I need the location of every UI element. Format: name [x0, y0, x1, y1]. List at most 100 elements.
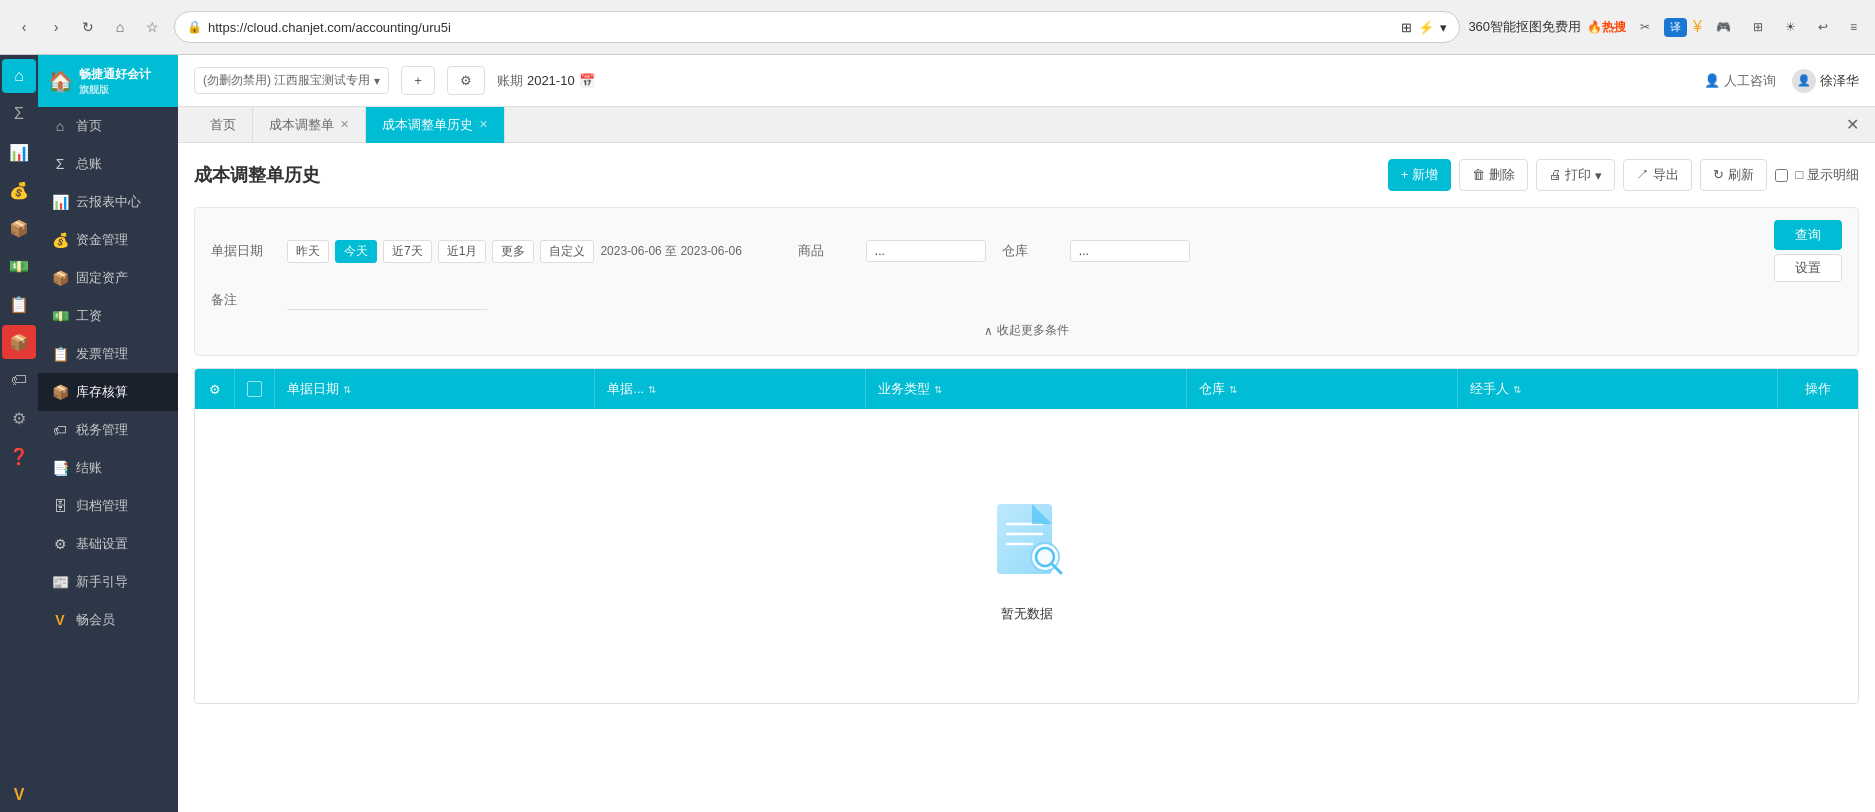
tab-cost-adjust-history-close[interactable]: ✕ [479, 118, 488, 131]
settings-filter-button[interactable]: 设置 [1774, 254, 1842, 282]
dropdown-icon: ▾ [1440, 20, 1447, 35]
sun-button[interactable]: ☀ [1777, 16, 1804, 38]
top-bar-left: (勿删勿禁用) 江西服宝测试专用 ▾ + ⚙ 账期 2021-10 📅 [194, 66, 595, 95]
sidebar-item-ledger[interactable]: Σ 总账 [38, 145, 178, 183]
scissors-button[interactable]: ✂ [1632, 16, 1658, 38]
iconbar-item-1[interactable]: Σ [2, 97, 36, 131]
date-btn-today[interactable]: 今天 [335, 240, 377, 263]
th-date[interactable]: 单据日期 ⇅ [275, 369, 595, 409]
page-tabs: 首页 成本调整单 ✕ 成本调整单历史 ✕ ✕ [178, 107, 1875, 143]
th-checkbox[interactable] [235, 369, 275, 409]
empty-state: 暂无数据 [195, 409, 1858, 703]
home-button[interactable]: ⌂ [106, 13, 134, 41]
iconbar-item-0[interactable]: ⌂ [2, 59, 36, 93]
undo-button[interactable]: ↩ [1810, 16, 1836, 38]
tab-cost-adjust[interactable]: 成本调整单 ✕ [253, 107, 366, 143]
sidebar-item-inventory[interactable]: 📦 库存核算 [38, 373, 178, 411]
th-settings[interactable]: ⚙ [195, 369, 235, 409]
top-bar: (勿删勿禁用) 江西服宝测试专用 ▾ + ⚙ 账期 2021-10 📅 👤 人工… [178, 55, 1875, 107]
sidebar-item-assets[interactable]: 📦 固定资产 [38, 259, 178, 297]
tab-cost-adjust-close[interactable]: ✕ [340, 118, 349, 131]
iconbar-item-2[interactable]: 📊 [2, 135, 36, 169]
iconbar-item-3[interactable]: 💰 [2, 173, 36, 207]
service-icon: 👤 [1704, 73, 1720, 88]
refresh-button[interactable]: ↻ 刷新 [1700, 159, 1767, 191]
filter-area: 单据日期 昨天 今天 近7天 近1月 更多 自定义 2023-06-06 至 2… [194, 207, 1859, 356]
filter-row-date: 单据日期 昨天 今天 近7天 近1月 更多 自定义 2023-06-06 至 2… [211, 220, 1842, 282]
tab-home-label: 首页 [210, 116, 236, 134]
num-sort-icon: ⇅ [648, 384, 656, 395]
date-range-text: 2023-06-06 至 2023-06-06 [600, 243, 741, 260]
translate-button[interactable]: 译 [1664, 18, 1687, 37]
sidebar-item-salary[interactable]: 💵 工资 [38, 297, 178, 335]
refresh-button[interactable]: ↻ [74, 13, 102, 41]
header-checkbox[interactable] [247, 381, 262, 397]
date-btn-last7[interactable]: 近7天 [383, 240, 432, 263]
sidebar-item-closeout[interactable]: 📑 结账 [38, 449, 178, 487]
back-button[interactable]: ‹ [10, 13, 38, 41]
sidebar-item-funds[interactable]: 💰 资金管理 [38, 221, 178, 259]
export-button[interactable]: ↗ 导出 [1623, 159, 1692, 191]
iconbar-item-11[interactable]: V [2, 778, 36, 812]
iconbar-item-8[interactable]: 🏷 [2, 363, 36, 397]
print-button[interactable]: 🖨 打印 ▾ [1536, 159, 1616, 191]
grid2-button[interactable]: ⊞ [1745, 16, 1771, 38]
iconbar-item-9[interactable]: ⚙ [2, 401, 36, 435]
star-button[interactable]: ☆ [138, 13, 166, 41]
top-bar-right: 👤 人工咨询 👤 徐泽华 [1704, 69, 1859, 93]
iconbar-item-10[interactable]: ❓ [2, 439, 36, 473]
th-type[interactable]: 业务类型 ⇅ [866, 369, 1186, 409]
game-button[interactable]: 🎮 [1708, 16, 1739, 38]
sidebar-item-home[interactable]: ⌂ 首页 [38, 107, 178, 145]
browser-nav-buttons: ‹ › ↻ ⌂ ☆ [10, 13, 166, 41]
iconbar-item-7[interactable]: 📦 [2, 325, 36, 359]
collapse-icon: ∧ [984, 324, 993, 338]
query-button[interactable]: 查询 [1774, 220, 1842, 250]
table-container: ⚙ 单据日期 ⇅ 单据... ⇅ 业务类型 ⇅ [194, 368, 1859, 704]
new-button[interactable]: + 新增 [1388, 159, 1451, 191]
th-num[interactable]: 单据... ⇅ [595, 369, 866, 409]
page-header: 成本调整单历史 + 新增 🗑 删除 🖨 打印 ▾ ↗ 导出 ↻ 刷新 □ 显示明… [194, 159, 1859, 191]
forward-button[interactable]: › [42, 13, 70, 41]
sidebar-item-guide[interactable]: 📰 新手引导 [38, 563, 178, 601]
iconbar-item-4[interactable]: 📦 [2, 211, 36, 245]
tab-home[interactable]: 首页 [194, 107, 253, 143]
period-value: 2021-10 [527, 73, 575, 88]
add-company-button[interactable]: + [401, 66, 435, 95]
collapse-bar[interactable]: ∧ 收起更多条件 [211, 318, 1842, 343]
sidebar-item-settings[interactable]: ⚙ 基础设置 [38, 525, 178, 563]
close-all-tabs-button[interactable]: ✕ [1846, 115, 1859, 134]
tab-cost-adjust-history[interactable]: 成本调整单历史 ✕ [366, 107, 505, 143]
address-bar[interactable]: 🔒 https://cloud.chanjet.com/accounting/u… [174, 11, 1460, 43]
remark-filter-input[interactable] [287, 290, 487, 310]
date-btn-last1m[interactable]: 近1月 [438, 240, 487, 263]
iconbar-item-6[interactable]: 📋 [2, 287, 36, 321]
user-service[interactable]: 👤 人工咨询 [1704, 72, 1776, 90]
sidebar-item-tax[interactable]: 🏷 税务管理 [38, 411, 178, 449]
sidebar-item-reports[interactable]: 📊 云报表中心 [38, 183, 178, 221]
company-selector[interactable]: (勿删勿禁用) 江西服宝测试专用 ▾ [194, 67, 389, 94]
period-info: 账期 2021-10 📅 [497, 72, 595, 90]
sidebar-item-archive[interactable]: 🗄 归档管理 [38, 487, 178, 525]
th-handler[interactable]: 经手人 ⇅ [1458, 369, 1778, 409]
sidebar-item-member[interactable]: V 畅会员 [38, 601, 178, 639]
sidebar-item-invoice[interactable]: 📋 发票管理 [38, 335, 178, 373]
user-name[interactable]: 👤 徐泽华 [1792, 69, 1859, 93]
iconbar-item-5[interactable]: 💵 [2, 249, 36, 283]
date-btn-custom[interactable]: 自定义 [540, 240, 594, 263]
menu-button[interactable]: ≡ [1842, 16, 1865, 38]
calendar-icon[interactable]: 📅 [579, 73, 595, 88]
goods-filter-select[interactable]: ... [866, 240, 986, 262]
delete-button[interactable]: 🗑 删除 [1459, 159, 1528, 191]
date-btn-more[interactable]: 更多 [492, 240, 534, 263]
th-warehouse[interactable]: 仓库 ⇅ [1187, 369, 1458, 409]
display-toggle[interactable]: □ 显示明细 [1775, 166, 1859, 184]
sidebar-label-archive: 归档管理 [76, 497, 128, 515]
display-toggle-checkbox[interactable] [1775, 169, 1788, 182]
topbar-settings-button[interactable]: ⚙ [447, 66, 485, 95]
content-area: 成本调整单历史 + 新增 🗑 删除 🖨 打印 ▾ ↗ 导出 ↻ 刷新 □ 显示明… [178, 143, 1875, 812]
warehouse-filter-label: 仓库 [1002, 242, 1062, 260]
goods-filter-label: 商品 [798, 242, 858, 260]
warehouse-filter-select[interactable]: ... [1070, 240, 1190, 262]
date-btn-yesterday[interactable]: 昨天 [287, 240, 329, 263]
